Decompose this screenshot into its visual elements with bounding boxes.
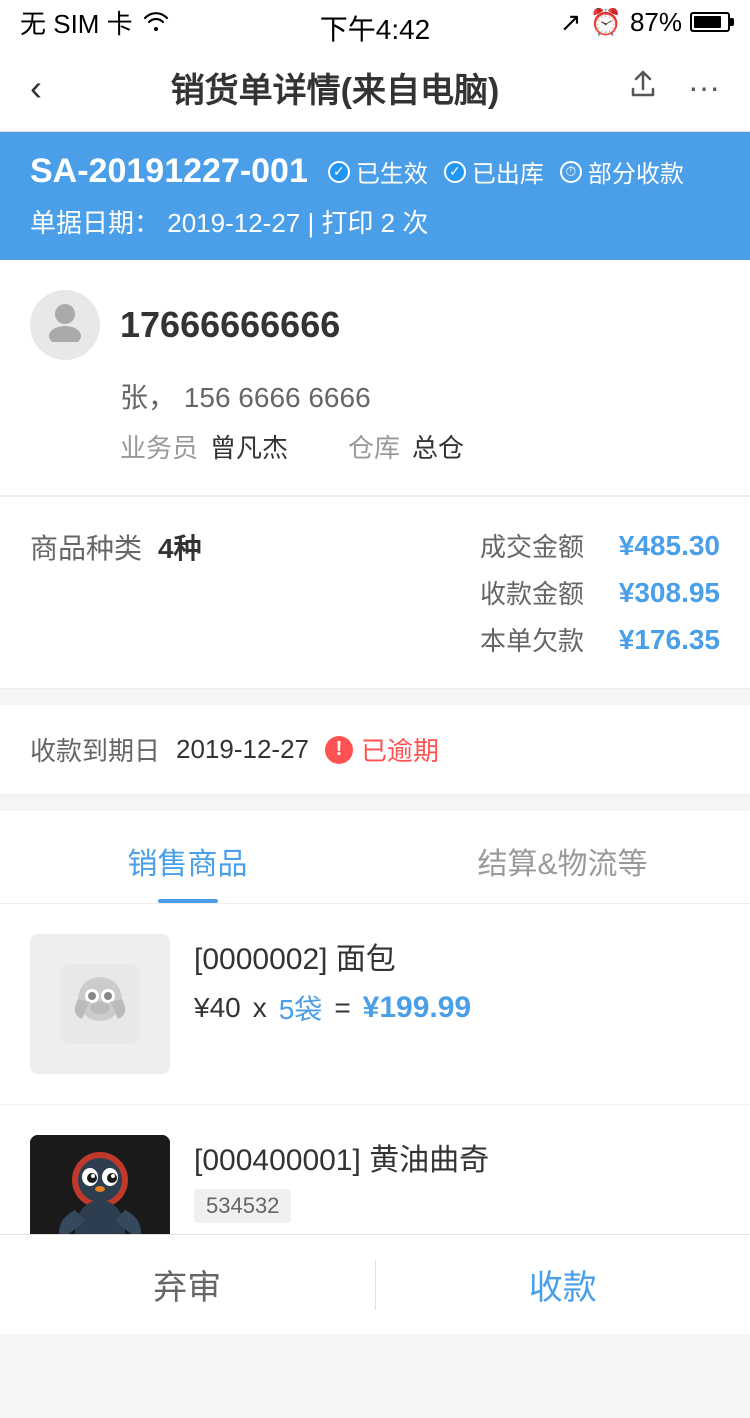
debt-row: 本单欠款 ¥176.35: [480, 621, 720, 658]
status-badge-active: ✓ 已生效: [328, 154, 428, 189]
tab-sales-label: 销售商品: [128, 848, 248, 881]
amount-label: 成交金额: [480, 527, 584, 564]
product-item: [0000002] 面包 ¥40 x 5袋 = ¥199.99: [0, 904, 750, 1105]
wifi-icon: [143, 7, 169, 38]
status-badge-partial: ⏱ 部分收款: [560, 154, 684, 189]
product-name-bread: [0000002] 面包: [194, 934, 720, 978]
customer-row: 17666666666: [30, 290, 720, 360]
debt-label: 本单欠款: [480, 621, 584, 658]
back-button[interactable]: ‹: [30, 67, 42, 109]
confirm-button[interactable]: 收款: [376, 1240, 750, 1329]
status-right: ↗ ⏰ 87%: [560, 7, 730, 38]
overdue-text: 已逾期: [361, 731, 439, 768]
product-code-cookie: [000400001]: [194, 1144, 361, 1177]
product-tag-cookie: 534532: [194, 1189, 291, 1223]
avatar-icon: [43, 298, 87, 352]
order-date-row: 单据日期： 2019-12-27 | 打印 2 次: [30, 203, 720, 240]
multiply-icon-bread: x: [253, 992, 267, 1024]
due-date: 2019-12-27: [176, 734, 309, 765]
customer-contact-phone: 156 6666 6666: [184, 382, 371, 413]
product-type: 商品种类 4种: [30, 527, 202, 567]
status-left: 无 SIM 卡: [20, 4, 169, 41]
received-label: 收款金额: [480, 574, 584, 611]
tab-sales[interactable]: 销售商品: [0, 811, 375, 903]
amounts: 成交金额 ¥485.30 收款金额 ¥308.95 本单欠款 ¥176.35: [480, 527, 720, 658]
location-icon: ↗: [560, 7, 582, 38]
avatar: [30, 290, 100, 360]
warehouse-value: 总仓: [412, 428, 464, 465]
due-section: 收款到期日 2019-12-27 ! 已逾期: [0, 705, 750, 795]
more-button[interactable]: ···: [688, 69, 720, 106]
nav-bar: ‹ 销货单详情(来自电脑) ···: [0, 44, 750, 132]
carrier-label: 无 SIM 卡: [20, 4, 133, 41]
nav-actions: ···: [628, 69, 720, 107]
bread-placeholder: [30, 934, 170, 1074]
share-button[interactable]: [628, 69, 658, 107]
alarm-icon: ⏰: [590, 7, 622, 38]
product-type-value: 4种: [158, 527, 202, 567]
product-image-bread: [30, 934, 170, 1074]
order-id: SA-20191227-001: [30, 152, 308, 191]
customer-phone: 17666666666: [120, 304, 340, 346]
order-banner: SA-20191227-001 ✓ 已生效 ✓ 已出库 ⏱ 部分收款 单据日期：…: [0, 132, 750, 260]
total-bread: ¥199.99: [363, 991, 471, 1025]
cancel-button[interactable]: 弃审: [0, 1240, 375, 1329]
warehouse-label: 仓库: [348, 428, 400, 465]
status-badge-delivered: ✓ 已出库: [444, 154, 544, 189]
status-badges: ✓ 已生效 ✓ 已出库 ⏱ 部分收款: [328, 154, 684, 189]
tab-settlement[interactable]: 结算&物流等: [375, 811, 750, 903]
amount-row: 成交金额 ¥485.30: [480, 527, 720, 564]
amount-value: ¥485.30: [600, 530, 720, 562]
status-bar: 无 SIM 卡 下午4:42 ↗ ⏰ 87%: [0, 0, 750, 44]
overdue-badge: ! 已逾期: [325, 731, 439, 768]
due-label: 收款到期日: [30, 731, 160, 768]
status-time: 下午4:42: [320, 8, 431, 48]
bottom-bar: 弃审 收款: [0, 1234, 750, 1334]
warehouse-item: 仓库 总仓: [348, 428, 464, 465]
order-date: 2019-12-27: [167, 208, 300, 238]
order-banner-row1: SA-20191227-001 ✓ 已生效 ✓ 已出库 ⏱ 部分收款: [30, 152, 720, 191]
product-code-bread: [0000002]: [194, 943, 327, 976]
battery-icon: [690, 12, 730, 32]
salesperson-item: 业务员 曾凡杰: [120, 428, 288, 465]
check-icon-1: ✓: [328, 161, 350, 183]
customer-meta: 业务员 曾凡杰 仓库 总仓: [120, 428, 720, 465]
product-display-name-bread: 面包: [336, 943, 396, 976]
product-name-cookie: [000400001] 黄油曲奇: [194, 1135, 720, 1179]
product-display-name-cookie: 黄油曲奇: [369, 1144, 489, 1177]
customer-section: 17666666666 张， 156 6666 6666 业务员 曾凡杰 仓库 …: [0, 260, 750, 496]
customer-name-text: 张，: [120, 382, 176, 413]
product-type-label: 商品种类: [30, 527, 142, 567]
product-info-bread: [0000002] 面包 ¥40 x 5袋 = ¥199.99: [194, 934, 720, 1028]
clock-icon: ⏱: [560, 161, 582, 183]
overdue-icon: !: [325, 736, 353, 764]
salesperson-label: 业务员: [120, 428, 198, 465]
received-row: 收款金额 ¥308.95: [480, 574, 720, 611]
status-label-delivered: 已出库: [472, 154, 544, 189]
debt-value: ¥176.35: [600, 624, 720, 656]
check-icon-2: ✓: [444, 161, 466, 183]
page-title: 销货单详情(来自电脑): [171, 63, 500, 112]
product-price-bread: ¥40 x 5袋 = ¥199.99: [194, 988, 720, 1028]
received-value: ¥308.95: [600, 577, 720, 609]
equals-icon-bread: =: [334, 992, 350, 1024]
price-bread: ¥40: [194, 992, 241, 1024]
status-label-active: 已生效: [356, 154, 428, 189]
customer-contact: 张， 156 6666 6666: [120, 376, 720, 416]
tabs-section: 销售商品 结算&物流等: [0, 811, 750, 904]
status-label-partial: 部分收款: [588, 154, 684, 189]
salesperson-value: 曾凡杰: [210, 428, 288, 465]
tab-settlement-label: 结算&物流等: [477, 848, 647, 881]
stats-section: 商品种类 4种 成交金额 ¥485.30 收款金额 ¥308.95 本单欠款 ¥…: [0, 496, 750, 689]
print-info: | 打印 2 次: [307, 208, 428, 238]
battery-percent: 87%: [630, 7, 682, 38]
date-label: 单据日期：: [30, 208, 160, 238]
qty-bread: 5袋: [279, 988, 323, 1028]
